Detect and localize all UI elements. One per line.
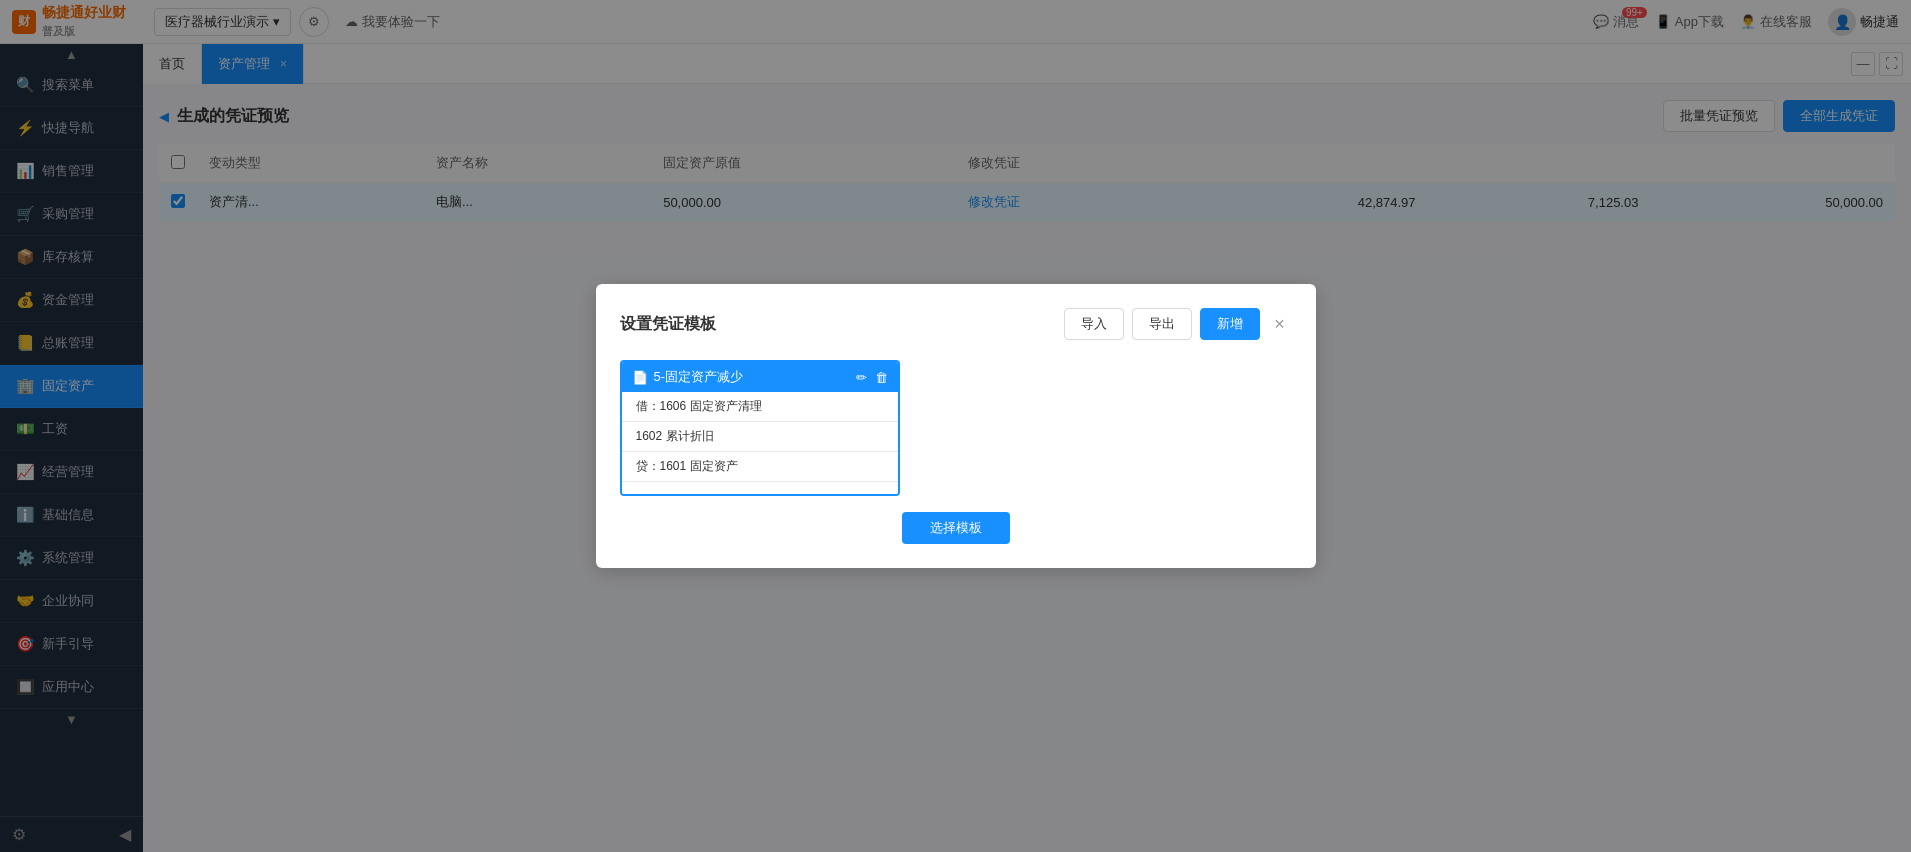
template-row-debit [792, 486, 852, 490]
template-row-credit [852, 426, 900, 447]
modal-close-button[interactable]: × [1268, 312, 1292, 336]
export-button[interactable]: 导出 [1132, 308, 1192, 340]
modal-body: 📄 5-固定资产减少 ✏ 🗑 借：1606 固定资产清理 1602 累计折旧 贷… [620, 360, 1292, 544]
template-doc-icon: 📄 [632, 370, 648, 385]
template-row-debit [792, 456, 852, 477]
template-delete-icon[interactable]: 🗑 [875, 370, 888, 385]
template-name: 5-固定资产减少 [654, 368, 744, 386]
new-template-button[interactable]: 新增 [1200, 308, 1260, 340]
modal-header: 设置凭证模板 导入 导出 新增 × [620, 308, 1292, 340]
template-row-credit [852, 396, 900, 417]
template-row-account: 1602 累计折旧 [632, 426, 792, 447]
import-button[interactable]: 导入 [1064, 308, 1124, 340]
modal-overlay: 设置凭证模板 导入 导出 新增 × 📄 5-固定资产减少 ✏ 🗑 [0, 0, 1911, 852]
template-row-debit [792, 396, 852, 417]
template-row-debit [792, 426, 852, 447]
template-row [622, 482, 898, 494]
template-row: 借：1606 固定资产清理 [622, 392, 898, 422]
template-row-account [632, 486, 792, 490]
template-row: 贷：1601 固定资产 [622, 452, 898, 482]
template-row-account: 贷：1601 固定资产 [632, 456, 792, 477]
template-card-header: 📄 5-固定资产减少 ✏ 🗑 [622, 362, 898, 392]
modal-dialog: 设置凭证模板 导入 导出 新增 × 📄 5-固定资产减少 ✏ 🗑 [596, 284, 1316, 568]
template-row: 1602 累计折旧 [622, 422, 898, 452]
template-edit-icon[interactable]: ✏ [856, 370, 867, 385]
select-template-button[interactable]: 选择模板 [902, 512, 1010, 544]
modal-title: 设置凭证模板 [620, 314, 716, 335]
template-row-account: 借：1606 固定资产清理 [632, 396, 792, 417]
template-card: 📄 5-固定资产减少 ✏ 🗑 借：1606 固定资产清理 1602 累计折旧 贷… [620, 360, 900, 496]
template-row-credit [852, 486, 900, 490]
template-row-credit [852, 456, 900, 477]
template-card-body: 借：1606 固定资产清理 1602 累计折旧 贷：1601 固定资产 [622, 392, 898, 494]
